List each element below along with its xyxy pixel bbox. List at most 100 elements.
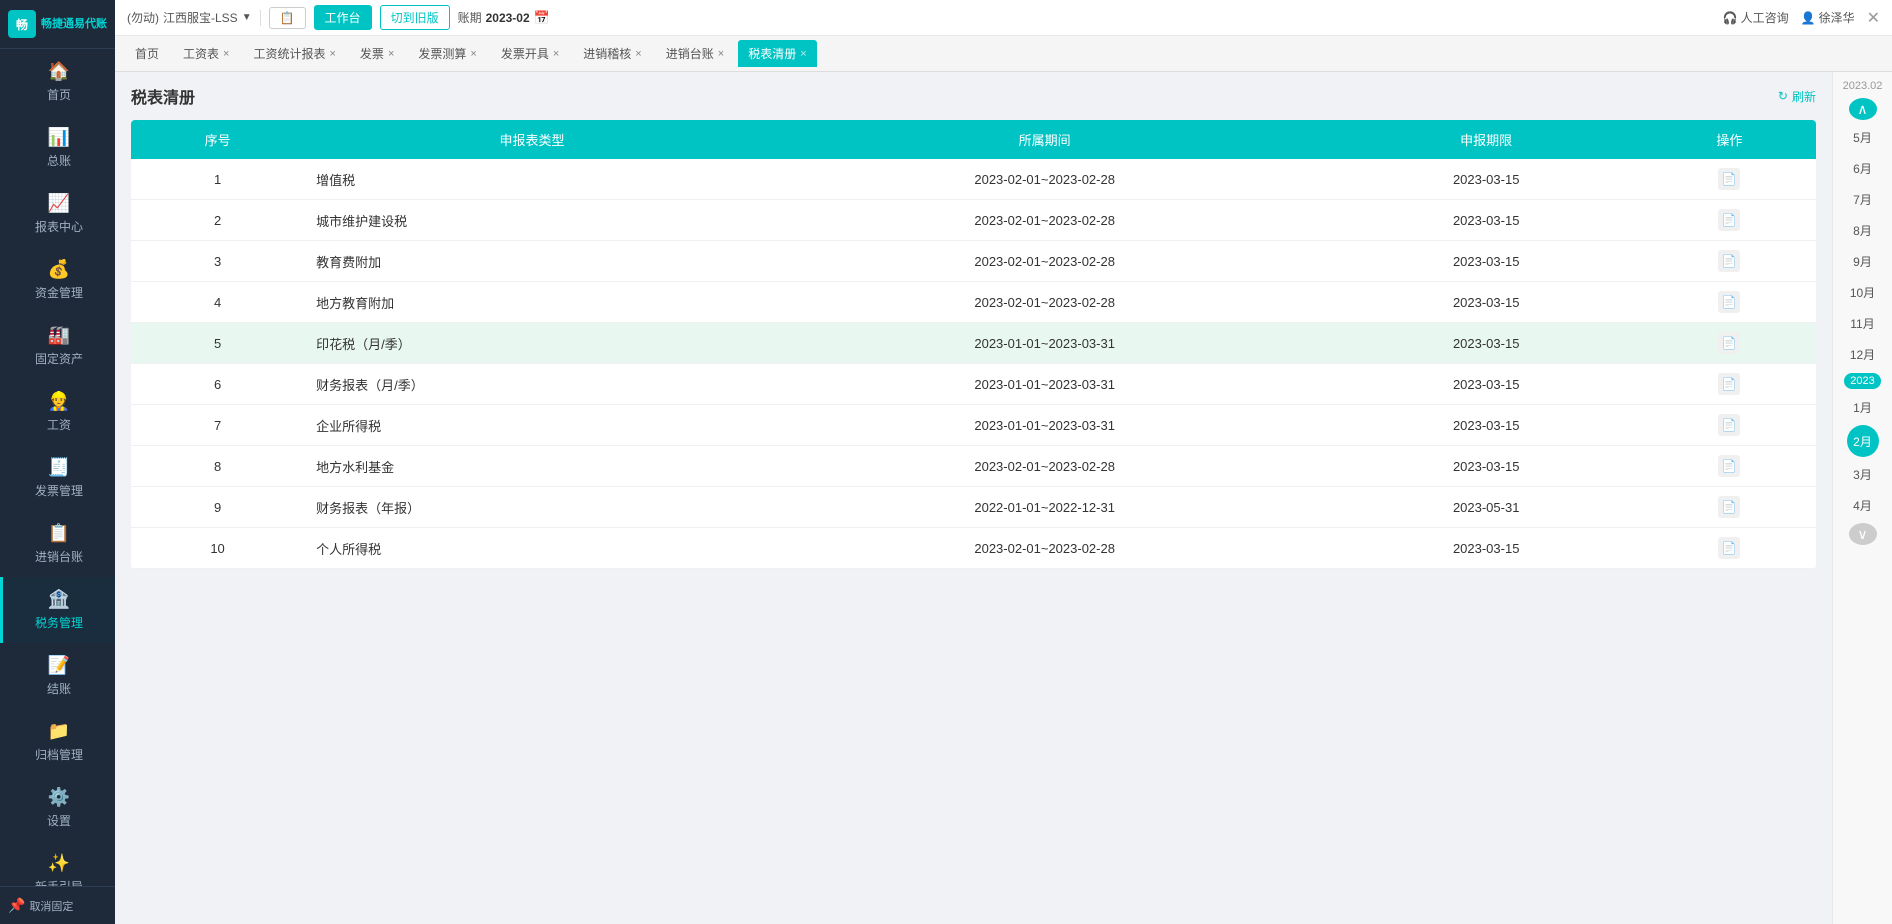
action-view-btn[interactable]: 📄 [1718,537,1740,559]
panel-down-btn[interactable]: ∨ [1849,523,1877,545]
period-display: 账期 2023-02 📅 [458,9,550,26]
app-name: 畅捷通易代账 [41,17,107,31]
sidebar-label-purchase: 进销台账 [35,548,83,565]
panel-month-8月[interactable]: 8月 [1839,217,1887,244]
panel-month-11月[interactable]: 11月 [1839,310,1887,337]
tab-payroll[interactable]: 工资表× [173,40,239,67]
sidebar-item-fixed-assets[interactable]: 🏭固定资产 [0,313,115,379]
human-consult-btn[interactable]: 🎧 人工咨询 [1723,9,1789,26]
action-view-btn[interactable]: 📄 [1718,168,1740,190]
sidebar-item-settlement[interactable]: 📝结账 [0,643,115,709]
cell-type: 地方水利基金 [304,446,760,487]
panel-up-btn[interactable]: ∧ [1849,98,1877,120]
sidebar-label-archive: 归档管理 [35,746,83,763]
sidebar-footer[interactable]: 📌 取消固定 [0,886,115,924]
sidebar-item-settings[interactable]: ⚙️设置 [0,775,115,841]
tab-close-purchase-check[interactable]: × [635,48,641,60]
tab-close-payroll[interactable]: × [223,48,229,60]
cell-type: 财务报表（年报） [304,487,760,528]
copy-btn[interactable]: 📋 [269,7,306,29]
panel-month-10月[interactable]: 10月 [1839,279,1887,306]
cell-id: 7 [131,405,304,446]
tab-invoice-calc[interactable]: 发票测算× [408,40,486,67]
sidebar-icon-home: 🏠 [48,61,70,82]
tab-label-home: 首页 [135,45,159,62]
sidebar-item-invoices[interactable]: 🧾发票管理 [0,445,115,511]
cell-type: 增值税 [304,159,760,200]
tab-home[interactable]: 首页 [125,40,169,67]
tab-invoice-open[interactable]: 发票开具× [491,40,569,67]
workbench-btn[interactable]: 工作台 [314,5,372,30]
action-view-btn[interactable]: 📄 [1718,332,1740,354]
refresh-btn[interactable]: ↻ 刷新 [1778,88,1816,105]
calendar-icon[interactable]: 📅 [534,10,550,26]
action-view-btn[interactable]: 📄 [1718,250,1740,272]
cell-action: 📄 [1643,446,1816,487]
sidebar-item-archive[interactable]: 📁归档管理 [0,709,115,775]
panel-month-7月[interactable]: 7月 [1839,186,1887,213]
sidebar-item-funds[interactable]: 💰资金管理 [0,247,115,313]
tab-close-invoice-calc[interactable]: × [470,48,476,60]
panel-month-2月[interactable]: 2月 [1847,425,1879,457]
action-view-btn[interactable]: 📄 [1718,209,1740,231]
topbar-close-btn[interactable]: ✕ [1867,8,1880,28]
panel-month-12月[interactable]: 12月 [1839,341,1887,368]
sidebar-label-ledger: 总账 [47,152,71,169]
panel-month-1月[interactable]: 1月 [1839,394,1887,421]
tab-invoice[interactable]: 发票× [350,40,404,67]
tab-close-invoice-open[interactable]: × [553,48,559,60]
user-avatar[interactable]: 👤 徐泽华 [1801,9,1855,26]
tab-close-purchase-account[interactable]: × [718,48,724,60]
action-view-btn[interactable]: 📄 [1718,373,1740,395]
cell-period: 2023-02-01~2023-02-28 [760,200,1330,241]
panel-month-4月[interactable]: 4月 [1839,492,1887,519]
cell-deadline: 2023-05-31 [1330,487,1643,528]
sidebar-icon-reports: 📈 [48,193,70,214]
sidebar-item-home[interactable]: 🏠首页 [0,49,115,115]
sidebar-item-purchase[interactable]: 📋进销台账 [0,511,115,577]
tab-purchase-account[interactable]: 进销台账× [656,40,734,67]
action-view-btn[interactable]: 📄 [1718,291,1740,313]
period-value: 2023-02 [486,11,530,25]
panel-month-6月[interactable]: 6月 [1839,155,1887,182]
panel-month-5月[interactable]: 5月 [1839,124,1887,151]
sidebar-item-tax[interactable]: 🏦税务管理 [0,577,115,643]
tab-tax-list[interactable]: 税表清册× [738,40,816,67]
user-icon: 👤 [1801,11,1816,25]
switch-old-btn[interactable]: 切到旧版 [380,5,450,30]
tab-close-payroll-stats[interactable]: × [329,48,335,60]
sidebar-item-reports[interactable]: 📈报表中心 [0,181,115,247]
action-view-btn[interactable]: 📄 [1718,496,1740,518]
sidebar-item-guide[interactable]: ✨新手引导 [0,841,115,886]
cell-deadline: 2023-03-15 [1330,364,1643,405]
cell-deadline: 2023-03-15 [1330,405,1643,446]
tab-payroll-stats[interactable]: 工资统计报表× [243,40,345,67]
tab-purchase-check[interactable]: 进销稽核× [573,40,651,67]
table-header-row: 序号申报表类型所属期间申报期限操作 [131,120,1816,159]
cell-id: 10 [131,528,304,569]
company-dropdown-icon[interactable]: ▼ [242,12,252,23]
company-selector[interactable]: (勿动) 江西服宝-LSS ▼ [127,9,252,26]
cell-type: 财务报表（月/季） [304,364,760,405]
cell-type: 企业所得税 [304,405,760,446]
sidebar-item-payroll[interactable]: 👷工资 [0,379,115,445]
cell-id: 6 [131,364,304,405]
table-row: 3教育费附加2023-02-01~2023-02-282023-03-15📄 [131,241,1816,282]
cell-type: 印花税（月/季） [304,323,760,364]
tab-close-invoice[interactable]: × [388,48,394,60]
panel-month-9月[interactable]: 9月 [1839,248,1887,275]
table-row: 4地方教育附加2023-02-01~2023-02-282023-03-15📄 [131,282,1816,323]
action-view-btn[interactable]: 📄 [1718,455,1740,477]
panel-month-3月[interactable]: 3月 [1839,461,1887,488]
topbar: (勿动) 江西服宝-LSS ▼ 📋 工作台 切到旧版 账期 2023-02 📅 … [115,0,1892,36]
sidebar-icon-invoices: 🧾 [48,457,70,478]
sidebar-footer-label: 取消固定 [29,898,73,914]
sidebar-item-ledger[interactable]: 📊总账 [0,115,115,181]
panel-year-tag[interactable]: 2023 [1844,373,1880,389]
tab-close-tax-list[interactable]: × [800,48,806,60]
table-row: 5印花税（月/季）2023-01-01~2023-03-312023-03-15… [131,323,1816,364]
app-logo: 畅 畅捷通易代账 [0,0,115,49]
action-view-btn[interactable]: 📄 [1718,414,1740,436]
cell-action: 📄 [1643,487,1816,528]
col-header-操作: 操作 [1643,120,1816,159]
